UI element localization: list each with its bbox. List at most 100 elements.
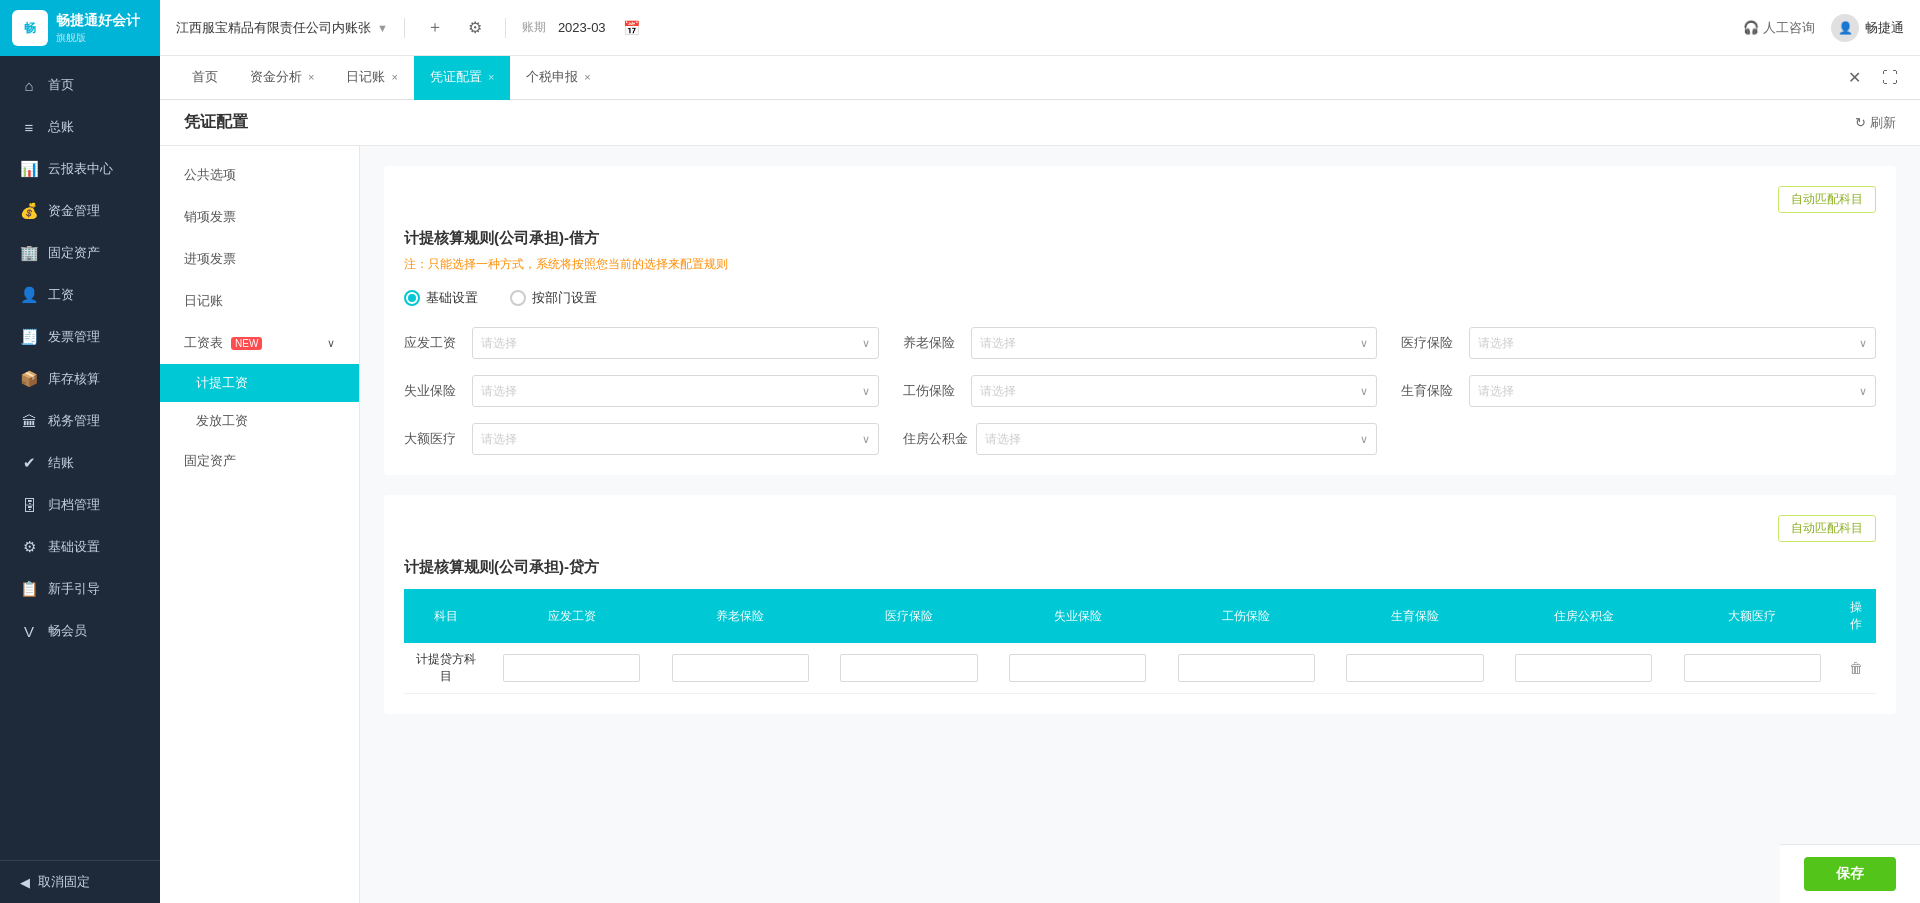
cell-large-medical <box>1668 643 1837 694</box>
table-row: 计提贷方科目 🗑 <box>404 643 1876 694</box>
sidebar-item-settings[interactable]: ⚙ 基础设置 <box>0 526 160 568</box>
sidebar-item-assets[interactable]: 🏢 固定资产 <box>0 232 160 274</box>
cell-work-injury <box>1162 643 1331 694</box>
calendar-icon[interactable]: 📅 <box>618 14 646 42</box>
menu-item-fixed-assets[interactable]: 固定资产 <box>160 440 359 482</box>
sidebar-item-guide[interactable]: 📋 新手引导 <box>0 568 160 610</box>
sidebar-item-invoice[interactable]: 🧾 发票管理 <box>0 316 160 358</box>
sidebar-item-vip[interactable]: V 畅会员 <box>0 610 160 652</box>
arrow-left-icon: ◀ <box>20 875 30 890</box>
credit-section-title: 计提核算规则(公司承担)-贷方 <box>404 558 1876 577</box>
tab-journal-close[interactable]: × <box>391 71 397 83</box>
sidebar-label-checkout: 结账 <box>48 454 74 472</box>
menu-label-journal: 日记账 <box>184 292 223 310</box>
tab-voucher-config[interactable]: 凭证配置 × <box>414 56 510 100</box>
sidebar-item-archive[interactable]: 🗄 归档管理 <box>0 484 160 526</box>
salary-icon: 👤 <box>20 286 38 304</box>
avatar: 👤 <box>1831 14 1859 42</box>
sidebar-item-salary[interactable]: 👤 工资 <box>0 274 160 316</box>
radio-basic[interactable]: 基础设置 <box>404 289 478 307</box>
auto-match-credit-btn[interactable]: 自动匹配科目 <box>1778 515 1876 542</box>
add-btn[interactable]: ＋ <box>421 14 449 42</box>
sidebar-item-funds[interactable]: 💰 资金管理 <box>0 190 160 232</box>
select-arrow-7: ∨ <box>862 433 870 446</box>
input-pension[interactable] <box>672 654 809 682</box>
tab-home[interactable]: 首页 <box>176 56 234 100</box>
close-all-btn[interactable]: ✕ <box>1840 64 1868 92</box>
sidebar-label-assets: 固定资产 <box>48 244 100 262</box>
cell-unemployment <box>993 643 1162 694</box>
salary-chevron-icon: ∨ <box>327 337 335 350</box>
tab-funds[interactable]: 资金分析 × <box>234 56 330 100</box>
sidebar-item-inventory[interactable]: 📦 库存核算 <box>0 358 160 400</box>
sidebar-item-checkout[interactable]: ✔ 结账 <box>0 442 160 484</box>
select-base-salary[interactable]: 请选择 ∨ <box>472 327 879 359</box>
tab-journal[interactable]: 日记账 × <box>330 56 413 100</box>
tab-voucher-close[interactable]: × <box>488 71 494 83</box>
tab-tax-close[interactable]: × <box>584 71 590 83</box>
service-btn[interactable]: 🎧 人工咨询 <box>1743 19 1815 37</box>
sidebar-item-reports[interactable]: 📊 云报表中心 <box>0 148 160 190</box>
delete-row-icon[interactable]: 🗑 <box>1849 660 1863 676</box>
ledger-icon: ≡ <box>20 119 38 136</box>
tab-tax-report[interactable]: 个税申报 × <box>510 56 606 100</box>
select-pension[interactable]: 请选择 ∨ <box>971 327 1378 359</box>
input-housing[interactable] <box>1515 654 1652 682</box>
select-housing-fund[interactable]: 请选择 ∨ <box>976 423 1378 455</box>
logo-name: 畅捷通好会计 <box>56 11 140 29</box>
settings-btn[interactable]: ⚙ <box>461 14 489 42</box>
input-work-injury[interactable] <box>1178 654 1315 682</box>
menu-item-purchase[interactable]: 进项发票 <box>160 238 359 280</box>
radio-basic-label: 基础设置 <box>426 289 478 307</box>
input-unemployment[interactable] <box>1009 654 1146 682</box>
radio-basic-circle <box>404 290 420 306</box>
radio-dept[interactable]: 按部门设置 <box>510 289 597 307</box>
col-action: 操作 <box>1837 589 1876 643</box>
select-arrow-3: ∨ <box>1859 337 1867 350</box>
menu-sub-calc-salary[interactable]: 计提工资 <box>160 364 359 402</box>
user-info[interactable]: 👤 畅捷通 <box>1831 14 1904 42</box>
settings-icon: ⚙ <box>20 538 38 556</box>
sidebar-item-ledger[interactable]: ≡ 总账 <box>0 106 160 148</box>
company-selector[interactable]: 江西服宝精品有限责任公司内账张 ▼ <box>176 19 388 37</box>
menu-item-sales[interactable]: 销项发票 <box>160 196 359 238</box>
tab-voucher-label: 凭证配置 <box>430 68 482 86</box>
menu-sub-pay-salary[interactable]: 发放工资 <box>160 402 359 440</box>
period-label: 账期 <box>522 19 546 36</box>
label-work-injury: 工伤保险 <box>903 382 963 400</box>
select-medical[interactable]: 请选择 ∨ <box>1469 327 1876 359</box>
label-large-medical: 大额医疗 <box>404 430 464 448</box>
menu-item-public[interactable]: 公共选项 <box>160 154 359 196</box>
sidebar-item-tax[interactable]: 🏛 税务管理 <box>0 400 160 442</box>
company-name: 江西服宝精品有限责任公司内账张 <box>176 19 371 37</box>
cancel-fix-btn[interactable]: ◀ 取消固定 <box>0 860 160 903</box>
refresh-btn[interactable]: ↻ 刷新 <box>1855 114 1896 132</box>
expand-btn[interactable]: ⛶ <box>1876 64 1904 92</box>
input-large-medical[interactable] <box>1684 654 1821 682</box>
select-arrow-2: ∨ <box>1360 337 1368 350</box>
form-item-large-medical: 大额医疗 请选择 ∨ <box>404 423 879 455</box>
form-item-pension: 养老保险 请选择 ∨ <box>903 327 1378 359</box>
input-maternity[interactable] <box>1346 654 1483 682</box>
input-base-salary[interactable] <box>503 654 640 682</box>
refresh-icon: ↻ <box>1855 115 1866 130</box>
save-button[interactable]: 保存 <box>1804 857 1896 891</box>
tab-funds-close[interactable]: × <box>308 71 314 83</box>
cell-medical <box>825 643 994 694</box>
auto-match-debit-btn[interactable]: 自动匹配科目 <box>1778 186 1876 213</box>
menu-item-salary-table[interactable]: 工资表 NEW ∨ <box>160 322 359 364</box>
menu-item-journal[interactable]: 日记账 <box>160 280 359 322</box>
sidebar-item-home[interactable]: ⌂ 首页 <box>0 64 160 106</box>
radio-dept-circle <box>510 290 526 306</box>
select-large-medical[interactable]: 请选择 ∨ <box>472 423 879 455</box>
cell-maternity <box>1331 643 1500 694</box>
select-unemployment[interactable]: 请选择 ∨ <box>472 375 879 407</box>
select-work-injury[interactable]: 请选择 ∨ <box>971 375 1378 407</box>
sidebar-label-home: 首页 <box>48 76 74 94</box>
select-maternity[interactable]: 请选择 ∨ <box>1469 375 1876 407</box>
guide-icon: 📋 <box>20 580 38 598</box>
credit-table-header: 科目 应发工资 养老保险 医疗保险 失业保险 工伤保险 生育保险 住房公积金 大… <box>404 589 1876 643</box>
input-medical[interactable] <box>840 654 977 682</box>
menu-label-sales: 销项发票 <box>184 208 236 226</box>
menu-label-public: 公共选项 <box>184 166 236 184</box>
